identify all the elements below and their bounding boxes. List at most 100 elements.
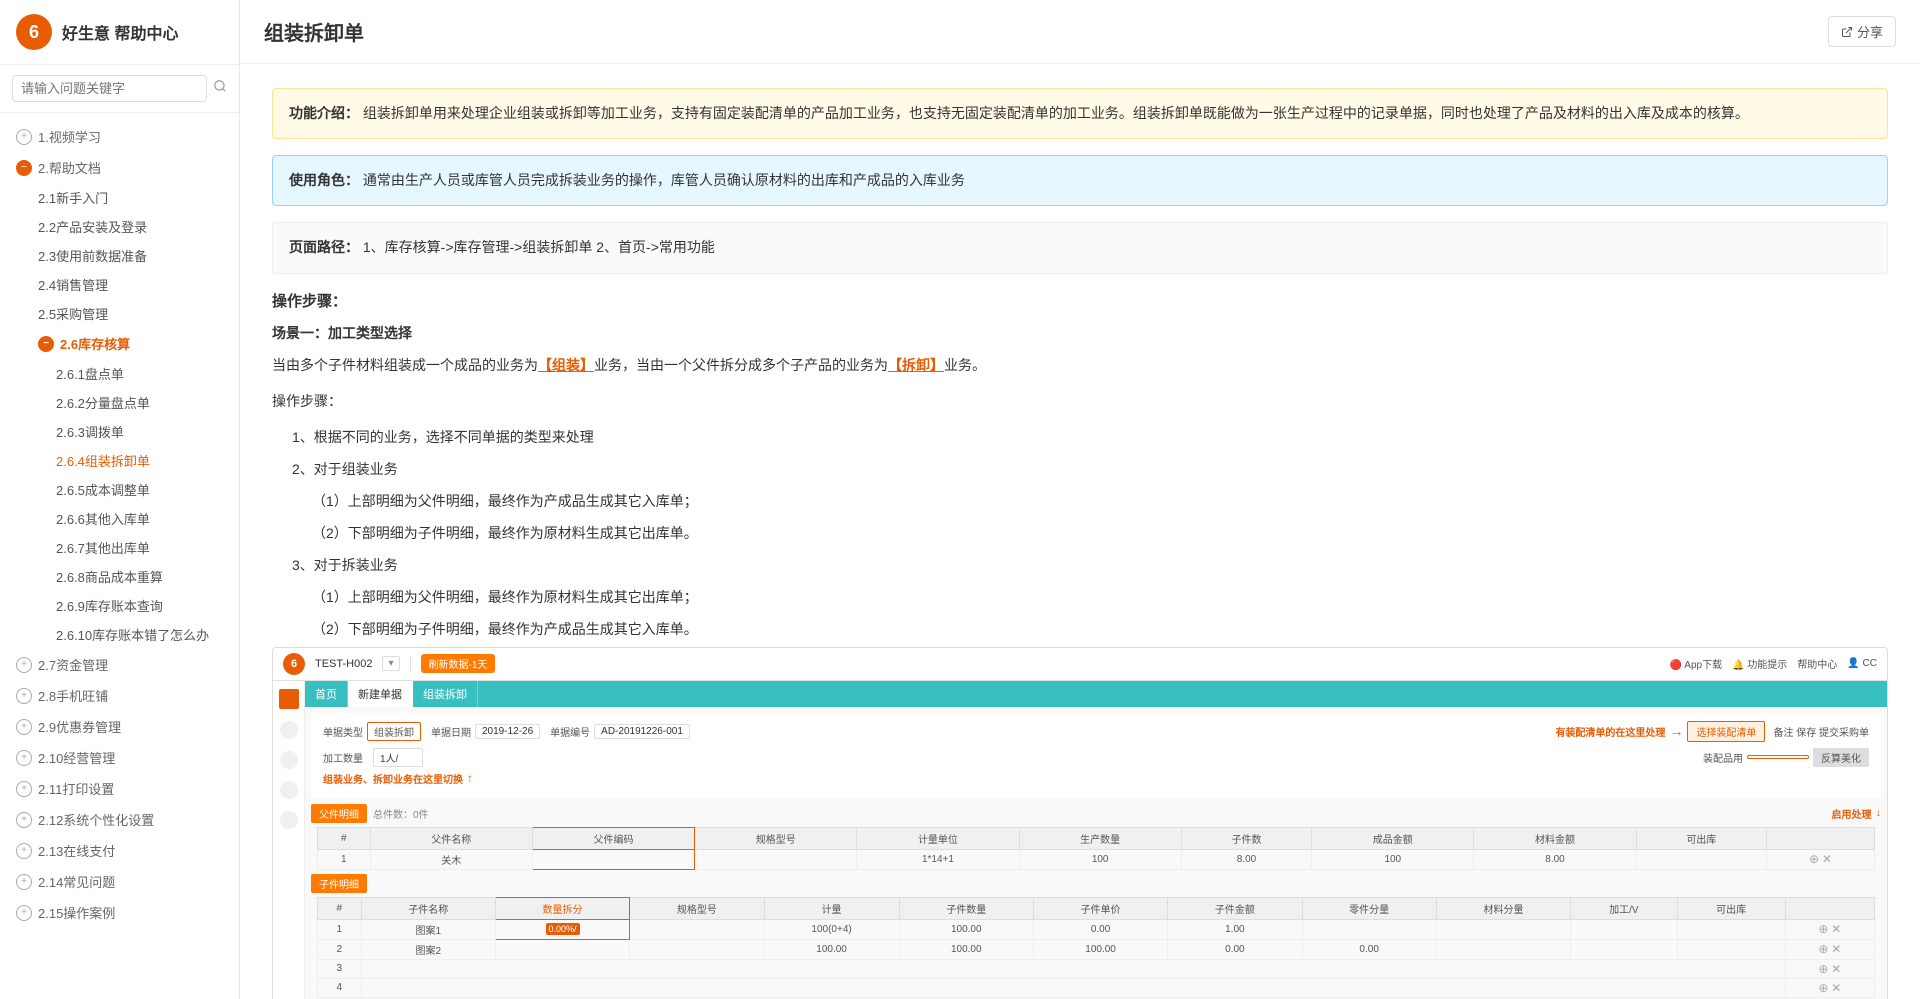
cell-l-parts1 xyxy=(1302,919,1436,939)
expand-icon-print: + xyxy=(16,781,32,797)
sidebar-item-newbie[interactable]: 2.1新手入门 xyxy=(0,183,239,212)
cell-l-process2 xyxy=(1571,939,1678,959)
scr-label-quantity: 加工数量 xyxy=(323,750,363,765)
col-finish-amt: 成品金额 xyxy=(1312,827,1474,849)
nav-dot-1 xyxy=(280,721,298,739)
nav-list: + 1.视频学习 − 2.帮助文档 2.1新手入门 2.2产品安装及登录 2.3… xyxy=(0,113,239,999)
page-path-block: 页面路径： 1、库存核算->库存管理->组装拆卸单 2、首页->常用功能 xyxy=(272,222,1888,273)
cell-empty4 xyxy=(361,978,1785,997)
use-role-block: 使用角色： 通常由生产人员或库管人员完成拆装业务的操作，库管人员确认原材料的出库… xyxy=(272,155,1888,206)
cell-l-op3: ⊕ ✕ xyxy=(1785,959,1874,978)
screenshot-refresh-btn: 刷新数据-1天 xyxy=(421,654,496,673)
sidebar-item-sales[interactable]: 2.4销售管理 xyxy=(0,270,239,299)
func-intro-label: 功能介绍： xyxy=(289,105,359,121)
annotation2-text: 组装业务、拆卸业务在这里切换 xyxy=(323,771,463,786)
cell-l-op2: ⊕ ✕ xyxy=(1785,939,1874,959)
sidebar-item-assembly[interactable]: 2.6.4组装拆卸单 xyxy=(0,446,239,475)
scr-field-assembly-use: 装配品用 反算美化 xyxy=(1703,748,1869,767)
sidebar-item-data-prep[interactable]: 2.3使用前数据准备 xyxy=(0,241,239,270)
expand-icon-finance: + xyxy=(16,657,32,673)
cell-l-amt1: 1.00 xyxy=(1168,919,1302,939)
screenshot-tabs: 首页 新建单据 组装拆卸 xyxy=(305,681,1887,707)
scr-input-quantity: 1人/ xyxy=(373,748,423,767)
sidebar-item-purchase[interactable]: 2.5采购管理 xyxy=(0,299,239,328)
screenshot-leftnav xyxy=(273,681,305,999)
sidebar: 6 好生意 帮助中心 + 1.视频学习 − 2.帮助文档 2.1新手入门 2.2… xyxy=(0,0,240,999)
step2: 2、对于组装业务 xyxy=(272,455,1888,483)
screenshot-user: 👤 CC xyxy=(1847,658,1877,669)
sidebar-item-label: 2.6库存核算 xyxy=(60,334,130,353)
sidebar-item-videos[interactable]: + 1.视频学习 xyxy=(0,121,239,152)
share-button[interactable]: 分享 xyxy=(1828,16,1896,47)
sidebar-item-stocktake[interactable]: 2.6.1盘点单 xyxy=(0,359,239,388)
search-input[interactable] xyxy=(12,75,207,102)
sidebar-item-mobile[interactable]: + 2.8手机旺铺 xyxy=(0,680,239,711)
expand-icon-coupon: + xyxy=(16,719,32,735)
use-role-label: 使用角色： xyxy=(289,172,359,188)
cell-l-seq4: 4 xyxy=(318,978,362,997)
screenshot-form: 单据类型 组装拆卸 单据日期 2019-12-26 单据编号 AD-201912… xyxy=(311,713,1881,798)
page-path-text: 1、库存核算->库存管理->组装拆卸单 2、首页->常用功能 xyxy=(363,239,715,255)
lower-table-row-3: 3 ⊕ ✕ xyxy=(318,959,1875,978)
sidebar-item-print[interactable]: + 2.11打印设置 xyxy=(0,773,239,804)
nav-dot-3 xyxy=(280,781,298,799)
cell-l-amt2: 0.00 xyxy=(1168,939,1302,959)
search-button[interactable] xyxy=(213,79,227,98)
sidebar-item-customize[interactable]: + 2.12系统个性化设置 xyxy=(0,804,239,835)
sidebar-item-cost-adj[interactable]: 2.6.5成本调整单 xyxy=(0,475,239,504)
scr-label-date: 单据日期 xyxy=(431,724,471,739)
sidebar-item-label: 2.8手机旺铺 xyxy=(38,686,108,705)
scr-btn-confirm: 反算美化 xyxy=(1813,748,1869,767)
col-qty: 生产数量 xyxy=(1019,827,1181,849)
sidebar-item-mgmt[interactable]: + 2.10经营管理 xyxy=(0,742,239,773)
cell-sub-count: 8.00 xyxy=(1181,849,1311,869)
col-mat-amt: 材料金额 xyxy=(1474,827,1636,849)
sidebar-item-inventory[interactable]: − 2.6库存核算 xyxy=(0,328,239,359)
sidebar-item-label: 2.15操作案例 xyxy=(38,903,115,922)
sidebar-item-ledger-fix[interactable]: 2.6.10库存账本错了怎么办 xyxy=(0,620,239,649)
sidebar-item-label: 2.12系统个性化设置 xyxy=(38,810,154,829)
col-parent-name: 父件名称 xyxy=(370,827,532,849)
sidebar-item-other-out[interactable]: 2.6.7其他出库单 xyxy=(0,533,239,562)
annotation3-area: 启用处理 ↓ xyxy=(1832,806,1882,821)
assembly-list-btn: 选择装配清单 xyxy=(1687,721,1765,742)
sidebar-item-transfer[interactable]: 2.6.3调拨单 xyxy=(0,417,239,446)
sidebar-item-coupon[interactable]: + 2.9优惠券管理 xyxy=(0,711,239,742)
col-l-subqty: 子件数量 xyxy=(899,897,1033,919)
col-l-mat-share: 材料分量 xyxy=(1436,897,1570,919)
sidebar-item-payment[interactable]: + 2.13在线支付 xyxy=(0,835,239,866)
lower-table-row-4: 4 ⊕ ✕ xyxy=(318,978,1875,997)
row-l-del-icon2: ✕ xyxy=(1831,942,1841,956)
ops-steps-title: 操作步骤： xyxy=(272,290,1888,311)
cell-parent-code xyxy=(532,849,694,869)
sidebar-item-cases[interactable]: + 2.15操作案例 xyxy=(0,897,239,928)
screenshot-notification: 🔔 功能提示 xyxy=(1732,656,1787,671)
step3-sub1: （1）上部明细为父件明细，最终作为原材料生成其它出库单； xyxy=(272,583,1888,611)
screenshot-lower-section: 子件明细 # 子件名称 数量拆分 xyxy=(311,874,1881,999)
col-l-amt: 子件金额 xyxy=(1168,897,1302,919)
sidebar-item-faq[interactable]: + 2.14常见问题 xyxy=(0,866,239,897)
main-content-area: 组装拆卸单 分享 功能介绍： 组装拆卸单用来处理企业组装或拆卸等加工业务，支持有… xyxy=(240,0,1920,999)
expand-icon-cases: + xyxy=(16,905,32,921)
screenshot-body: 首页 新建单据 组装拆卸 单据类型 组装拆卸 xyxy=(305,681,1887,999)
sidebar-item-help-docs[interactable]: − 2.帮助文档 xyxy=(0,152,239,183)
nav-dot-4 xyxy=(280,811,298,829)
screenshot-form-row1: 单据类型 组装拆卸 单据日期 2019-12-26 单据编号 AD-201912… xyxy=(323,721,1869,742)
sidebar-item-install[interactable]: 2.2产品安装及登录 xyxy=(0,212,239,241)
sidebar-item-cost-recalc[interactable]: 2.6.8商品成本重算 xyxy=(0,562,239,591)
sidebar-item-partial-stocktake[interactable]: 2.6.2分量盘点单 xyxy=(0,388,239,417)
sidebar-item-other-in[interactable]: 2.6.6其他入库单 xyxy=(0,504,239,533)
cell-unit: 1*14+1 xyxy=(857,849,1019,869)
row-l-del-icon3: ✕ xyxy=(1831,962,1841,976)
row-del-icon: ✕ xyxy=(1822,852,1832,866)
step2-sub2: （2）下部明细为子件明细，最终作为原材料生成其它出库单。 xyxy=(272,519,1888,547)
screenshot-dropdown: ▾ xyxy=(382,656,399,671)
sidebar-item-finance[interactable]: + 2.7资金管理 xyxy=(0,649,239,680)
col-l-action xyxy=(1785,897,1874,919)
page-header: 组装拆卸单 分享 xyxy=(240,0,1920,64)
chaijian-link[interactable]: 【拆卸】 xyxy=(888,357,944,373)
cell-spec xyxy=(695,849,857,869)
sidebar-item-ledger-query[interactable]: 2.6.9库存账本查询 xyxy=(0,591,239,620)
row-l-copy-icon3: ⊕ xyxy=(1818,962,1828,976)
zuanzhuang-link[interactable]: 【组装】 xyxy=(538,357,594,373)
